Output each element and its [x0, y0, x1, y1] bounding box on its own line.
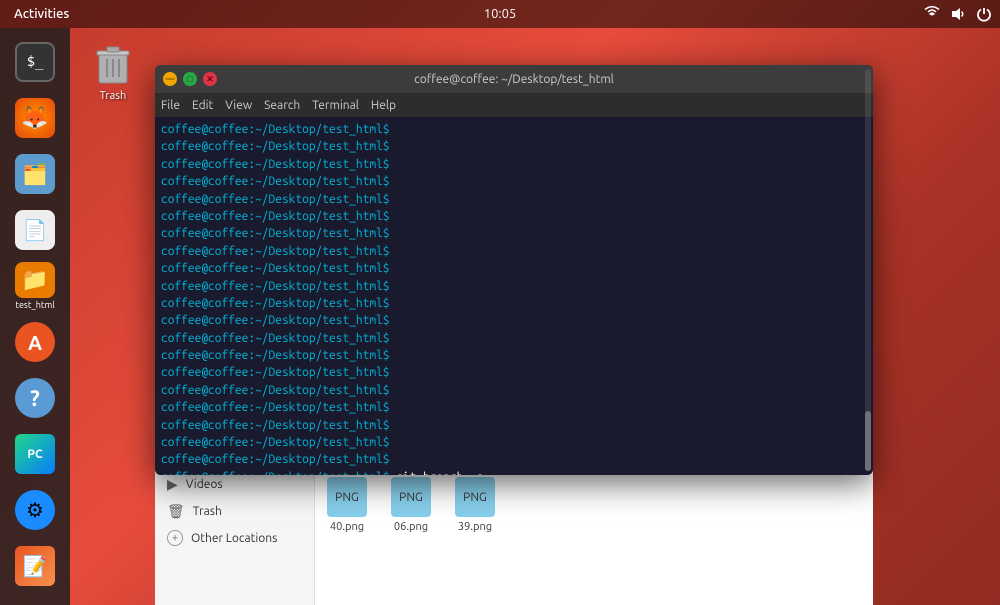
sidebar-item-other-locations[interactable]: + Other Locations	[155, 525, 314, 551]
terminal-prompt-line: coffee@coffee:~/Desktop/test_html$	[161, 451, 867, 468]
terminal-prompt-line: coffee@coffee:~/Desktop/test_html$	[161, 382, 867, 399]
topbar-left: Activities	[8, 7, 75, 21]
terminal-prompt-line: coffee@coffee:~/Desktop/test_html$	[161, 225, 867, 242]
terminal-prompt-line: coffee@coffee:~/Desktop/test_html$	[161, 399, 867, 416]
close-button[interactable]: ✕	[203, 72, 217, 86]
file-06png[interactable]: PNG 06.png	[387, 473, 435, 537]
terminal-prompt-line: coffee@coffee:~/Desktop/test_html$	[161, 156, 867, 173]
filemanager-content: PNG 40.png PNG 06.png PNG 39.png	[315, 465, 873, 605]
sidebar-item-trash[interactable]: 🗑 Trash	[155, 498, 314, 525]
power-icon[interactable]	[976, 6, 992, 22]
terminal-prompt-line: coffee@coffee:~/Desktop/test_html$	[161, 417, 867, 434]
trash-label: Trash	[100, 90, 127, 102]
dock-item-firefox[interactable]: 🦊	[11, 94, 59, 142]
terminal-command-line: coffee@coffee:~/Desktop/test_html$ git b…	[161, 469, 867, 475]
file-06png-icon: PNG	[391, 477, 431, 517]
filemanager-sidebar: ▶ Videos 🗑 Trash + Other Locations	[155, 465, 315, 605]
terminal-prompt-line: coffee@coffee:~/Desktop/test_html$	[161, 364, 867, 381]
dock-item-software[interactable]: A	[11, 318, 59, 366]
activities-button[interactable]: Activities	[8, 7, 75, 21]
dock-item-help[interactable]: ?	[11, 374, 59, 422]
network-icon[interactable]	[924, 6, 940, 22]
desktop: Activities 10:05	[0, 0, 1000, 605]
trash-sidebar-icon: 🗑	[167, 503, 185, 520]
file-40png-icon: PNG	[327, 477, 367, 517]
desktop-trash-icon[interactable]: Trash	[85, 35, 141, 106]
terminal-prompt-line: coffee@coffee:~/Desktop/test_html$	[161, 138, 867, 155]
dock-item-text-editor[interactable]: 📄	[11, 206, 59, 254]
dock-item-pycharm[interactable]: PC	[11, 430, 59, 478]
dock: $_ 🦊 🗂️ 📄 📁 test_html	[0, 28, 70, 605]
terminal-prompt-line: coffee@coffee:~/Desktop/test_html$	[161, 173, 867, 190]
dock-item-test-html[interactable]: 📁 test_html	[11, 262, 59, 310]
trash-icon	[89, 39, 137, 87]
terminal-menu-search[interactable]: Search	[264, 99, 300, 112]
minimize-button[interactable]: —	[163, 72, 177, 86]
terminal-prompt-line: coffee@coffee:~/Desktop/test_html$	[161, 260, 867, 277]
terminal-prompt-line: coffee@coffee:~/Desktop/test_html$	[161, 278, 867, 295]
terminal-menubar: File Edit View Search Terminal Help	[155, 93, 873, 117]
terminal-prompt-line: coffee@coffee:~/Desktop/test_html$	[161, 191, 867, 208]
sidebar-item-other-locations-label: Other Locations	[191, 532, 277, 545]
topbar: Activities 10:05	[0, 0, 1000, 28]
terminal-prompt-line: coffee@coffee:~/Desktop/test_html$	[161, 295, 867, 312]
sidebar-item-trash-label: Trash	[193, 505, 222, 518]
terminal-prompt-line: coffee@coffee:~/Desktop/test_html$	[161, 312, 867, 329]
dock-item-terminal[interactable]: $_	[11, 38, 59, 86]
terminal-scrollbar[interactable]	[865, 69, 871, 471]
file-40png-name: 40.png	[330, 521, 364, 533]
file-39png-icon: PNG	[455, 477, 495, 517]
terminal-controls: — □ ✕	[163, 72, 217, 86]
sidebar-item-videos-label: Videos	[186, 478, 223, 491]
volume-icon[interactable]	[950, 6, 966, 22]
add-location-icon: +	[167, 530, 183, 546]
file-39png-name: 39.png	[458, 521, 492, 533]
terminal-prompt-line: coffee@coffee:~/Desktop/test_html$	[161, 347, 867, 364]
sidebar-item-videos[interactable]: ▶ Videos	[155, 471, 314, 498]
terminal-body[interactable]: coffee@coffee:~/Desktop/test_html$ coffe…	[155, 117, 873, 475]
dock-item-sublime[interactable]: 📝	[11, 542, 59, 590]
terminal-menu-edit[interactable]: Edit	[192, 99, 213, 112]
file-39png[interactable]: PNG 39.png	[451, 473, 499, 537]
dock-item-files[interactable]: 🗂️	[11, 150, 59, 198]
terminal-prompt-line: coffee@coffee:~/Desktop/test_html$	[161, 330, 867, 347]
terminal-prompt-line: coffee@coffee:~/Desktop/test_html$	[161, 121, 867, 138]
terminal-menu-terminal[interactable]: Terminal	[312, 99, 359, 112]
file-06png-name: 06.png	[394, 521, 428, 533]
terminal-prompt-line: coffee@coffee:~/Desktop/test_html$	[161, 208, 867, 225]
filemanager-panel: ▶ Videos 🗑 Trash + Other Locations PNG 4…	[155, 465, 873, 605]
terminal-menu-view[interactable]: View	[225, 99, 252, 112]
terminal-prompt-line: coffee@coffee:~/Desktop/test_html$	[161, 243, 867, 260]
dock-item-ubuntu-software[interactable]: ⚙	[11, 486, 59, 534]
terminal-titlebar: — □ ✕ coffee@coffee: ~/Desktop/test_html	[155, 65, 873, 93]
terminal-menu-file[interactable]: File	[161, 99, 180, 112]
videos-icon: ▶	[167, 476, 178, 493]
maximize-button[interactable]: □	[183, 72, 197, 86]
terminal-prompt-line: coffee@coffee:~/Desktop/test_html$	[161, 434, 867, 451]
terminal-menu-help[interactable]: Help	[371, 99, 396, 112]
terminal-title: coffee@coffee: ~/Desktop/test_html	[414, 73, 614, 86]
topbar-right	[924, 6, 992, 22]
topbar-clock: 10:05	[484, 7, 517, 21]
file-40png[interactable]: PNG 40.png	[323, 473, 371, 537]
terminal-window: — □ ✕ coffee@coffee: ~/Desktop/test_html…	[155, 65, 873, 475]
terminal-scrollbar-thumb[interactable]	[865, 411, 871, 471]
dock-item-test-html-label: test_html	[15, 300, 54, 310]
